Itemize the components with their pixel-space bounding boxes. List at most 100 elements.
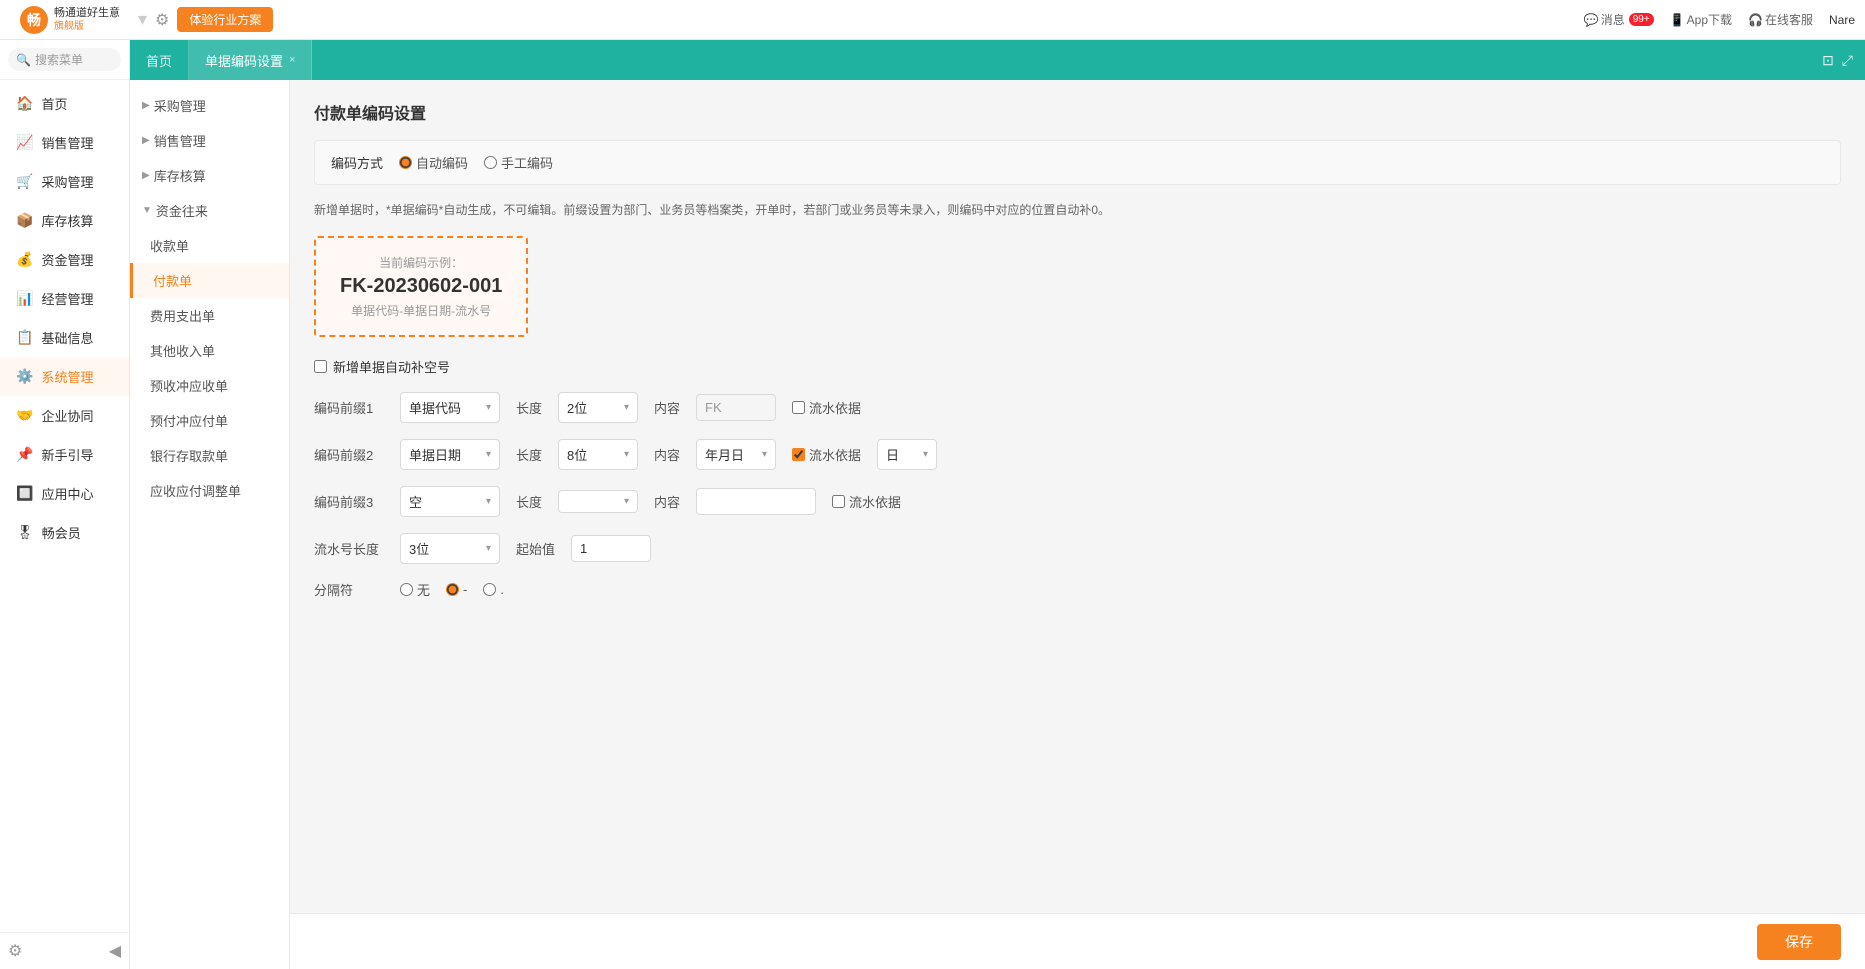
tab-current[interactable]: 单据编码设置 × xyxy=(189,40,312,80)
dropdown-icon[interactable]: ▾ xyxy=(138,9,147,30)
bottom-gear-icon[interactable]: ⚙ xyxy=(8,941,22,961)
prefix2-select[interactable]: 单据日期 ▾ xyxy=(400,439,500,470)
manual-code-radio[interactable]: 手工编码 xyxy=(484,153,553,172)
operations-icon: 📊 xyxy=(16,290,33,307)
sub-group-purchase: ▶ 采购管理 xyxy=(130,88,289,123)
length3-select[interactable]: ▾ xyxy=(558,490,638,513)
auto-code-radio[interactable]: 自动编码 xyxy=(399,153,468,172)
sidebar-item-member[interactable]: 🎖 畅会员 xyxy=(0,513,129,552)
sidebar-item-inventory[interactable]: 📦 库存核算 xyxy=(0,201,129,240)
sidebar-item-guide[interactable]: 📌 新手引导 xyxy=(0,435,129,474)
search-input-wrapper[interactable]: 🔍 搜索菜单 xyxy=(8,48,121,71)
collapse-icon[interactable]: ◀ xyxy=(109,941,121,961)
serial2-checkbox-label[interactable]: 流水依据 xyxy=(792,445,861,464)
sub-group-sales: ▶ 销售管理 xyxy=(130,123,289,158)
prefix1-label: 编码前缀1 xyxy=(314,398,384,417)
length3-label: 长度 xyxy=(516,492,542,511)
message-link[interactable]: 💬 消息 99+ xyxy=(1584,11,1654,28)
info-text: 新增单据时，*单据编码*自动生成，不可编辑。前缀设置为部门、业务员等档案类，开单… xyxy=(314,201,1841,220)
sidebar-item-home[interactable]: 🏠 首页 xyxy=(0,84,129,123)
sub-group-capital: ▼ 资金往来 收款单 付款单 费用支出单 其他收入单 xyxy=(130,193,289,508)
basics-icon: 📋 xyxy=(16,329,33,346)
tab-shrink-icon[interactable]: ⤢ xyxy=(1842,52,1853,69)
sub-group-purchase-title[interactable]: ▶ 采购管理 xyxy=(130,88,289,123)
prefix2-row: 编码前缀2 单据日期 ▾ 长度 8位 ▾ 内容 年月日 xyxy=(314,439,1841,470)
sub-item-expense[interactable]: 费用支出单 xyxy=(130,298,289,333)
content2-select[interactable]: 年月日 ▾ xyxy=(696,439,776,470)
sidebar-item-apps[interactable]: 🔲 应用中心 xyxy=(0,474,129,513)
settings-icon[interactable]: ⚙ xyxy=(155,10,169,30)
sidebar-item-system[interactable]: ⚙️ 系统管理 xyxy=(0,357,129,396)
sub-item-bank[interactable]: 银行存取款单 xyxy=(130,438,289,473)
sidebar-item-partner[interactable]: 🤝 企业协同 xyxy=(0,396,129,435)
sep-dot-input[interactable] xyxy=(483,583,496,596)
serial3-checkbox-label[interactable]: 流水依据 xyxy=(832,492,901,511)
serial2-checkbox[interactable] xyxy=(792,448,805,461)
prefix2-arrow: ▾ xyxy=(486,449,491,460)
sub-item-receipt[interactable]: 收款单 xyxy=(130,228,289,263)
sub-item-prepay-pay[interactable]: 预付冲应付单 xyxy=(130,403,289,438)
length1-select[interactable]: 2位 ▾ xyxy=(558,392,638,423)
sidebar-search[interactable]: 🔍 搜索菜单 xyxy=(0,40,129,80)
sidebar-item-basics[interactable]: 📋 基础信息 xyxy=(0,318,129,357)
manual-code-input[interactable] xyxy=(484,156,497,169)
serial2-unit-select[interactable]: 日 ▾ xyxy=(877,439,937,470)
sep-dot-radio[interactable]: . xyxy=(483,582,504,597)
sub-item-payment[interactable]: 付款单 xyxy=(130,263,289,298)
sidebar-item-capital[interactable]: 💰 资金管理 xyxy=(0,240,129,279)
serial3-checkbox[interactable] xyxy=(832,495,845,508)
prefix1-select[interactable]: 单据代码 ▾ xyxy=(400,392,500,423)
serial1-checkbox[interactable] xyxy=(792,401,805,414)
serial-num-arrow: ▾ xyxy=(486,543,491,554)
coding-method-label: 编码方式 xyxy=(331,153,383,172)
top-bar-left: 畅 畅通道好生意 旗舰版 ▾ ⚙ 体验行业方案 xyxy=(10,6,273,34)
content3-label: 内容 xyxy=(654,492,680,511)
autofill-row: 新增单据自动补空号 xyxy=(314,357,1841,376)
apps-icon: 🔲 xyxy=(16,485,33,502)
serial1-checkbox-label[interactable]: 流水依据 xyxy=(792,398,861,417)
auto-code-input[interactable] xyxy=(399,156,412,169)
sep-dash-input[interactable] xyxy=(446,583,459,596)
user-name[interactable]: Nare xyxy=(1829,13,1855,27)
content1-input[interactable] xyxy=(696,394,776,421)
sep-none-input[interactable] xyxy=(400,583,413,596)
trial-btn[interactable]: 体验行业方案 xyxy=(177,7,273,32)
app-download-link[interactable]: 📱 App下载 xyxy=(1670,11,1732,28)
sidebar-item-purchase[interactable]: 🛒 采购管理 xyxy=(0,162,129,201)
sep-dash-radio[interactable]: - xyxy=(446,582,467,597)
tab-home[interactable]: 首页 xyxy=(130,40,189,80)
headset-icon: 🎧 xyxy=(1748,13,1763,27)
sep-none-radio[interactable]: 无 xyxy=(400,580,430,599)
sub-group-inventory: ▶ 库存核算 xyxy=(130,158,289,193)
sub-item-other-income[interactable]: 其他收入单 xyxy=(130,333,289,368)
main-layout: 🔍 搜索菜单 🏠 首页 📈 销售管理 🛒 采购管理 📦 库存核算 💰 xyxy=(0,40,1865,969)
length1-arrow: ▾ xyxy=(624,402,629,413)
sub-item-prepay-recv[interactable]: 预收冲应收单 xyxy=(130,368,289,403)
sidebar-nav: 🏠 首页 📈 销售管理 🛒 采购管理 📦 库存核算 💰 资金管理 📊 经 xyxy=(0,80,129,932)
sub-group-capital-title[interactable]: ▼ 资金往来 xyxy=(130,193,289,228)
serial-num-select[interactable]: 3位 ▾ xyxy=(400,533,500,564)
sub-group-inventory-title[interactable]: ▶ 库存核算 xyxy=(130,158,289,193)
guide-icon: 📌 xyxy=(16,446,33,463)
start-value-input[interactable] xyxy=(571,535,651,562)
tab-bar: 首页 单据编码设置 × ⊡ ⤢ xyxy=(130,40,1865,80)
message-badge: 99+ xyxy=(1629,13,1654,26)
autofill-checkbox[interactable] xyxy=(314,360,327,373)
prefix3-select[interactable]: 空 ▾ xyxy=(400,486,500,517)
sub-item-adjust[interactable]: 应收应付调整单 xyxy=(130,473,289,508)
sidebar-bottom: ⚙ ◀ xyxy=(0,932,129,969)
tab-expand-icon[interactable]: ⊡ xyxy=(1822,52,1834,69)
preview-label: 当前编码示例： xyxy=(340,254,502,271)
sidebar-item-operations[interactable]: 📊 经营管理 xyxy=(0,279,129,318)
sidebar-item-sales[interactable]: 📈 销售管理 xyxy=(0,123,129,162)
tab-close-icon[interactable]: × xyxy=(289,54,295,66)
save-button[interactable]: 保存 xyxy=(1757,924,1841,960)
prefix1-row: 编码前缀1 单据代码 ▾ 长度 2位 ▾ 内容 xyxy=(314,392,1841,423)
chevron-right-icon: ▶ xyxy=(142,100,150,111)
chevron-right-icon2: ▶ xyxy=(142,135,150,146)
length2-select[interactable]: 8位 ▾ xyxy=(558,439,638,470)
online-service-link[interactable]: 🎧 在线客服 xyxy=(1748,11,1813,28)
content3-input[interactable] xyxy=(696,488,816,515)
sub-group-sales-title[interactable]: ▶ 销售管理 xyxy=(130,123,289,158)
top-bar-right: 💬 消息 99+ 📱 App下载 🎧 在线客服 Nare xyxy=(1584,11,1855,28)
